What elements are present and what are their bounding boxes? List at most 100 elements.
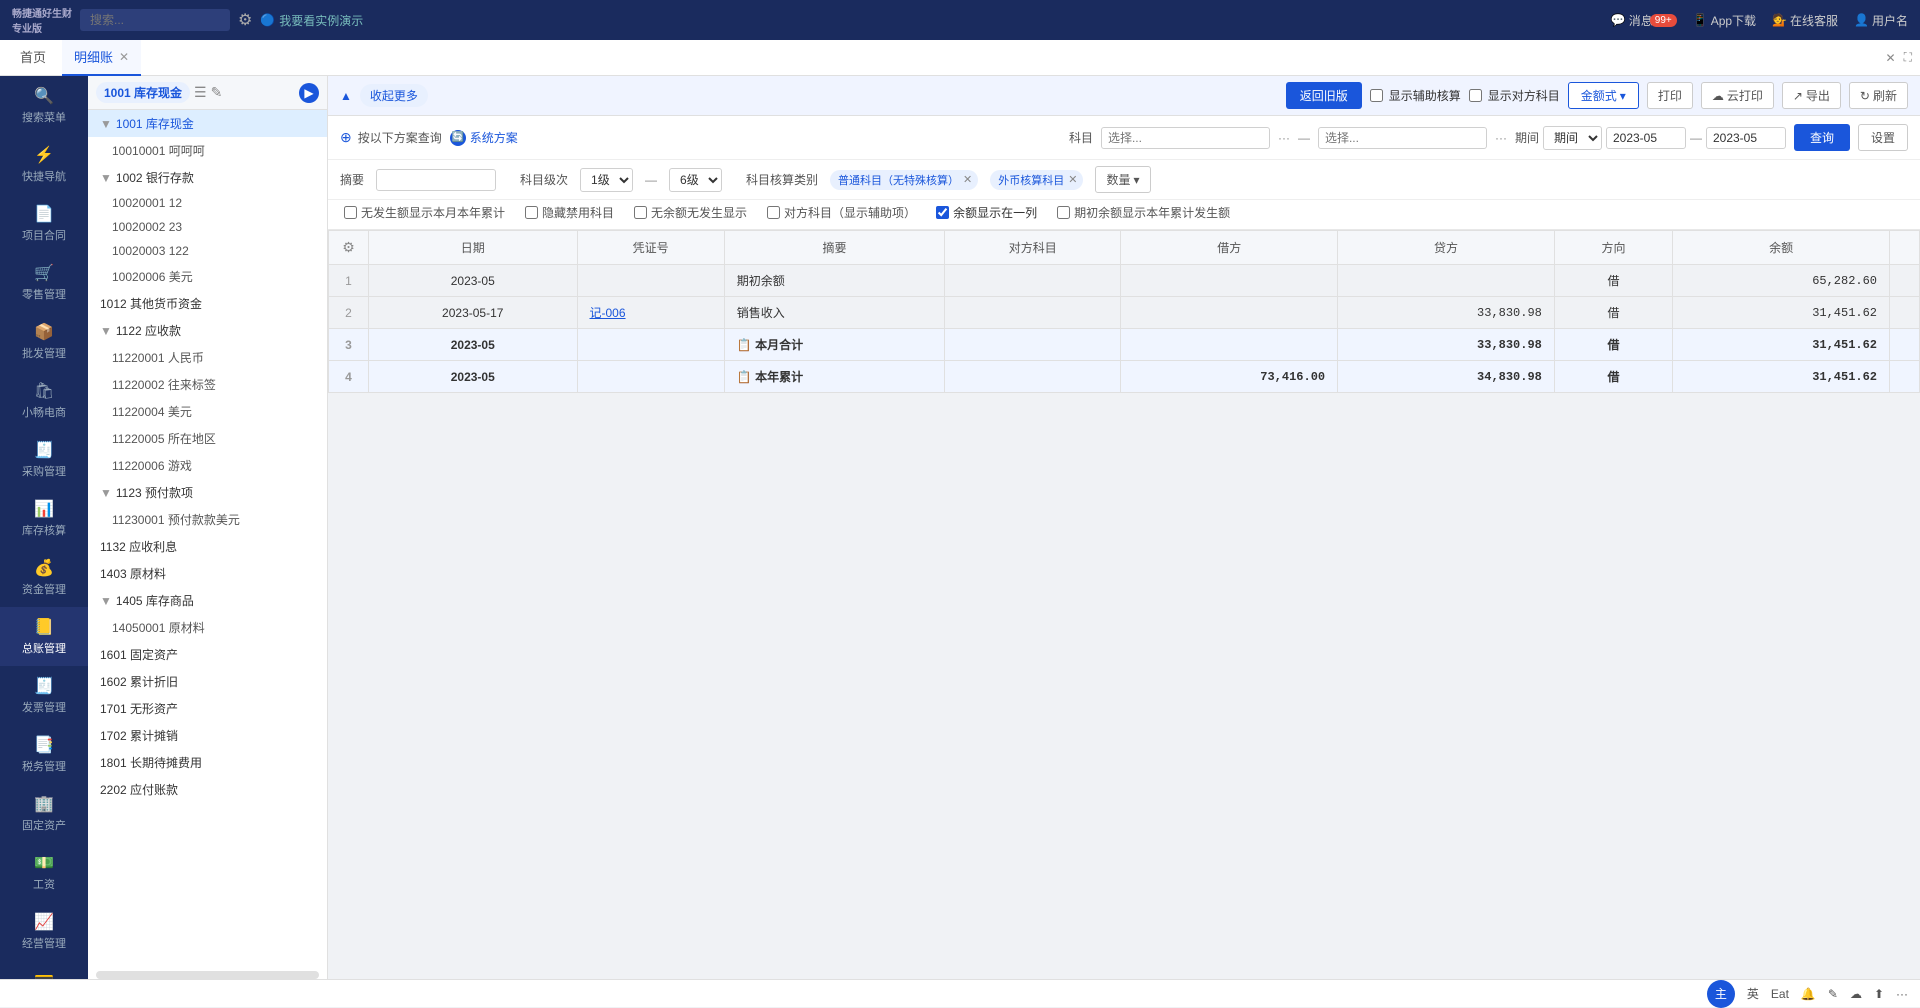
status-lang-btn[interactable]: 英 [1747,985,1759,1002]
message-btn[interactable]: 💬 消息 99+ [1611,12,1677,29]
category-tag-foreign[interactable]: 外币核算科目✕ [990,170,1083,190]
status-home-btn[interactable]: 主 [1707,980,1735,1008]
gear-icon[interactable]: ⚙ [342,239,355,255]
level-to-select[interactable]: 6级1级2级3级4级5级 [669,168,722,192]
tree-edit-icon[interactable]: ✎ [211,84,223,101]
status-bell-icon[interactable]: 🔔 [1801,987,1816,1001]
tree-item-1002[interactable]: ▼1002 银行存款 [88,164,327,191]
opt-balance-one-col-checkbox[interactable] [936,206,949,219]
status-cloud-icon[interactable]: ☁ [1850,987,1862,1001]
tree-item-1012[interactable]: 1012 其他货币资金 [88,290,327,317]
status-eat-btn[interactable]: Eat [1771,987,1789,1001]
sidebar-item-invoice[interactable]: 🧾 发票管理 [0,666,88,725]
tree-item-1602[interactable]: 1602 累计折旧 [88,668,327,695]
tree-item-1001[interactable]: ▼1001 库存现金 [88,110,327,137]
tab-ledger[interactable]: 明细账 ✕ [62,40,141,76]
sidebar-item-search[interactable]: 🔍 搜索菜单 [0,76,88,135]
tree-item-11230001[interactable]: 11230001 预付款款美元 [88,506,327,533]
opt-balance-one-col[interactable]: 余额显示在一列 [936,204,1037,221]
sidebar-item-retail[interactable]: 🛒 零售管理 [0,253,88,312]
app-download-btn[interactable]: 📱 App下载 [1693,12,1756,29]
opt-no-balance[interactable]: 无余额无发生显示 [634,204,747,221]
account-code-badge[interactable]: 1001 库存现金 [96,82,190,103]
tag-remove-icon[interactable]: ✕ [963,173,972,186]
account-tree-list[interactable]: ▼1001 库存现金 10010001 呵呵呵 ▼1002 银行存款 10020… [88,110,327,971]
tree-item-11220004[interactable]: 11220004 美元 [88,398,327,425]
setting-btn[interactable]: 设置 [1858,124,1908,151]
demo-link[interactable]: 🔵 我要看实例演示 [260,12,363,29]
tree-item-1405[interactable]: ▼1405 库存商品 [88,587,327,614]
subject-input2[interactable] [1318,127,1487,149]
period-to-input[interactable] [1706,127,1786,149]
status-edit-icon[interactable]: ✎ [1828,987,1838,1001]
tree-item-14050001[interactable]: 14050001 原材料 [88,614,327,641]
refresh-btn[interactable]: ↻ 刷新 [1849,82,1908,109]
sidebar-item-funds[interactable]: 💰 资金管理 [0,548,88,607]
table-container[interactable]: ⚙ 日期 凭证号 摘要 对方科目 借方 贷方 方向 余额 [328,230,1920,979]
status-upload-icon[interactable]: ⬆ [1874,987,1884,1001]
query-settings-icon[interactable]: ⊕ [340,129,352,146]
tree-item-1702[interactable]: 1702 累计摊销 [88,722,327,749]
th-settings[interactable]: ⚙ [329,231,369,265]
sidebar-item-quicknav[interactable]: ⚡ 快捷导航 [0,135,88,194]
sidebar-item-project[interactable]: 📄 项目合同 [0,194,88,253]
tree-item-10020002[interactable]: 10020002 23 [88,215,327,239]
tree-item-10020006[interactable]: 10020006 美元 [88,263,327,290]
sidebar-item-inventory[interactable]: 📊 库存核算 [0,489,88,548]
show-contra-checkbox[interactable] [1469,89,1482,102]
print-btn[interactable]: 打印 [1647,82,1693,109]
sidebar-item-wholesale[interactable]: 📦 批发管理 [0,312,88,371]
sidebar-item-purchase[interactable]: 🧾 采购管理 [0,430,88,489]
show-aux-checkbox[interactable] [1370,89,1383,102]
tree-item-1701[interactable]: 1701 无形资产 [88,695,327,722]
period-type-select[interactable]: 期间 [1543,126,1602,150]
tree-item-11220005[interactable]: 11220005 所在地区 [88,425,327,452]
tab-ledger-close[interactable]: ✕ [119,50,129,64]
tree-item-10020001[interactable]: 10020001 12 [88,191,327,215]
sidebar-item-ledger[interactable]: 📒 总账管理 [0,607,88,666]
level-from-select[interactable]: 1级2级3级4级5级6级 [580,168,633,192]
tag-remove-icon2[interactable]: ✕ [1068,173,1077,186]
sidebar-item-salary[interactable]: 💵 工资 [0,843,88,902]
topbar-settings-icon[interactable]: ⚙ [238,10,252,30]
status-more-icon[interactable]: ··· [1896,987,1908,1001]
query-btn[interactable]: 查询 [1794,124,1850,151]
opt-no-amount[interactable]: 无发生额显示本月本年累计 [344,204,505,221]
quantity-btn[interactable]: 数量▾ [1095,166,1150,193]
opt-hide-disabled[interactable]: 隐藏禁用科目 [525,204,614,221]
tabbar-close-icon[interactable]: ✕ [1886,51,1896,65]
tree-item-11220002[interactable]: 11220002 往来标签 [88,371,327,398]
tree-horizontal-scrollbar[interactable] [96,971,319,979]
voucher-link-2[interactable]: 记-006 [590,306,626,320]
opt-opening-balance[interactable]: 期初余额显示本年累计发生额 [1057,204,1230,221]
tree-item-10010001[interactable]: 10010001 呵呵呵 [88,137,327,164]
sidebar-item-tax[interactable]: 📑 税务管理 [0,725,88,784]
account-tree-nav-btn[interactable]: ▶ [299,83,319,103]
opt-opening-balance-checkbox[interactable] [1057,206,1070,219]
tab-home[interactable]: 首页 [8,40,58,76]
summary-input[interactable] [376,169,496,191]
row-voucher-2[interactable]: 记-006 [577,297,724,329]
opt-contra-subject[interactable]: 对方科目（显示辅助项） [767,204,916,221]
subject-input[interactable] [1101,127,1270,149]
tree-item-10020003[interactable]: 10020003 122 [88,239,327,263]
online-service-btn[interactable]: 💁 在线客服 [1772,12,1838,29]
export-btn[interactable]: ↗ 导出 [1782,82,1841,109]
tabbar-expand-icon[interactable]: ⛶ [1904,50,1912,65]
collapse-icon[interactable]: ▲ [340,89,352,103]
filter-collapse-btn[interactable]: 收起更多 [360,84,428,107]
opt-no-balance-checkbox[interactable] [634,206,647,219]
opt-contra-subject-checkbox[interactable] [767,206,780,219]
tree-list-icon[interactable]: ☰ [194,84,207,101]
return-old-version-btn[interactable]: 返回旧版 [1286,82,1362,109]
sidebar-item-ecommerce[interactable]: 🛍 小畅电商 [0,371,88,430]
sidebar-item-operations[interactable]: 📈 经营管理 [0,902,88,961]
global-search-input[interactable] [80,9,230,31]
sidebar-item-assets[interactable]: 🏢 固定资产 [0,784,88,843]
opt-no-amount-checkbox[interactable] [344,206,357,219]
tree-item-1403[interactable]: 1403 原材料 [88,560,327,587]
tree-item-1601[interactable]: 1601 固定资产 [88,641,327,668]
tree-item-1132[interactable]: 1132 应收利息 [88,533,327,560]
cloud-print-btn[interactable]: ☁ 云打印 [1701,82,1774,109]
tree-item-2202[interactable]: 2202 应付账款 [88,776,327,803]
